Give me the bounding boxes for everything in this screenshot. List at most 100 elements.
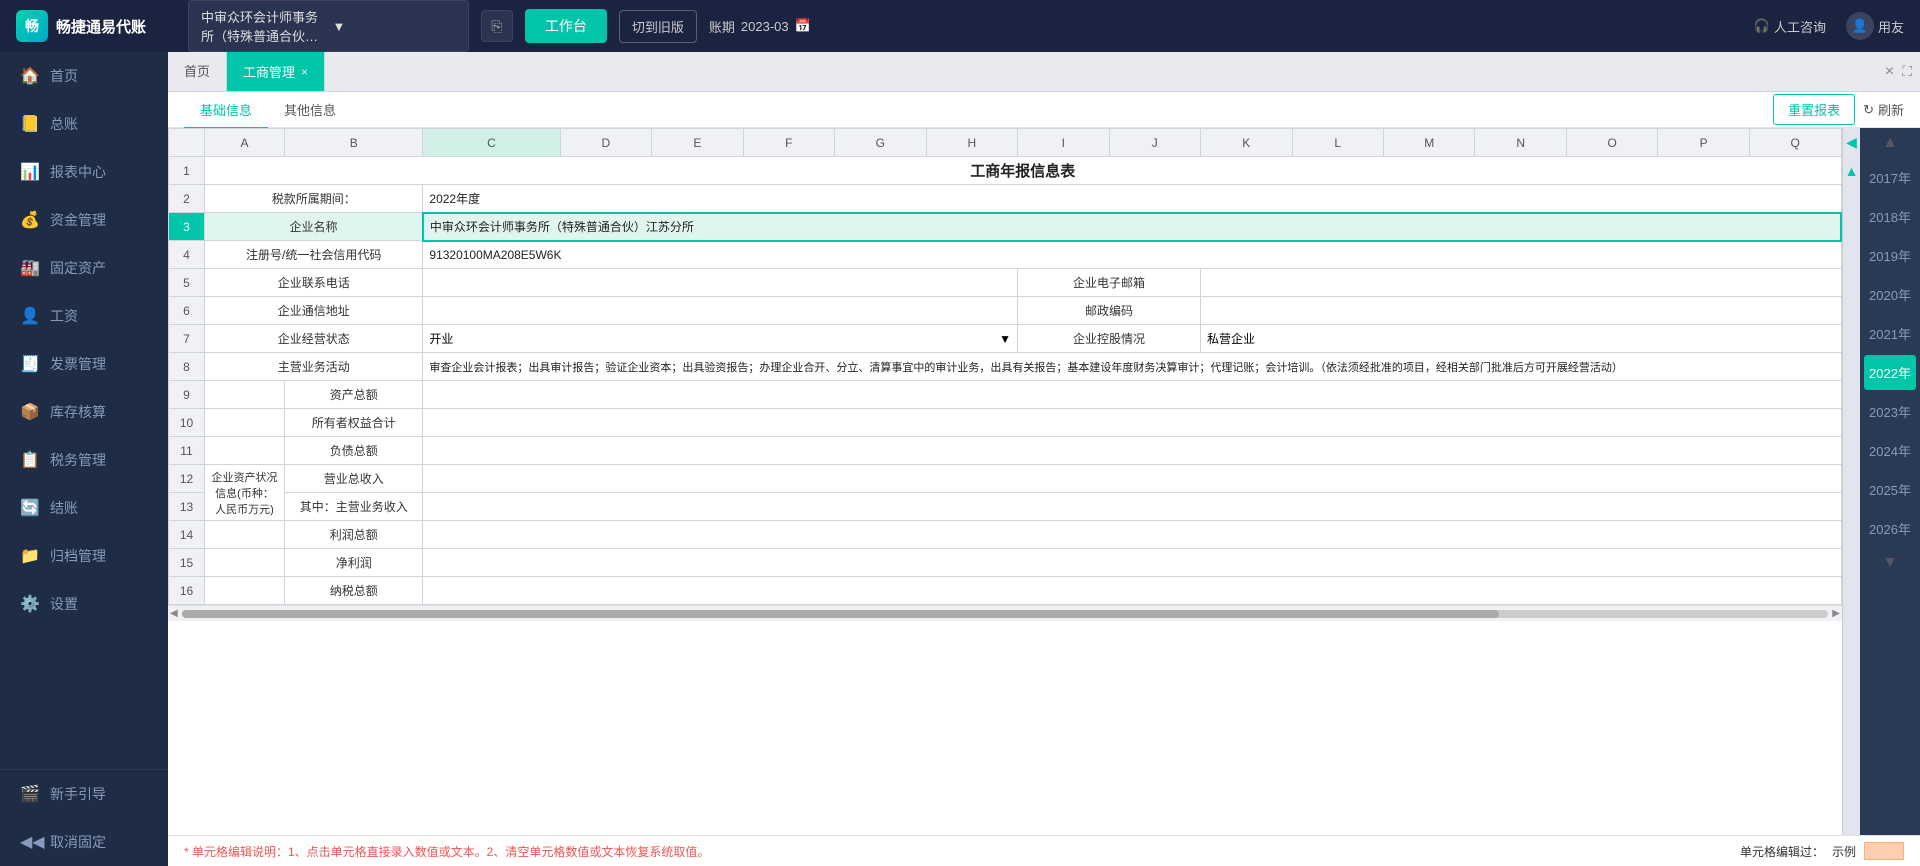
cell-13-value[interactable] (423, 493, 1841, 521)
sidebar-item-close[interactable]: 🔄 结账 (0, 484, 168, 532)
sidebar-item-inventory[interactable]: 📦 库存核算 (0, 388, 168, 436)
cell-10-a (205, 409, 285, 437)
sidebar-item-tax[interactable]: 📋 税务管理 (0, 436, 168, 484)
sidebar-item-ledger[interactable]: 📒 总账 (0, 100, 168, 148)
row-num-9: 9 (169, 381, 205, 409)
year-2026[interactable]: 2026年 (1864, 511, 1916, 546)
scroll-track[interactable] (182, 610, 1829, 618)
cell-10-value[interactable] (423, 409, 1841, 437)
cell-12-group-label: 企业资产状况信息(币种：人民币万元) (205, 465, 285, 521)
edit-example-box (1864, 842, 1904, 860)
sheet-year-container: A B C D E F G H I J K L M (168, 128, 1920, 835)
scroll-left-icon[interactable]: ◀ (170, 608, 178, 619)
cell-5-right-value[interactable] (1201, 269, 1841, 297)
table-row-highlight: 3 企业名称 中审众环会计师事务所（特殊普通合伙）江苏分所 (169, 213, 1842, 241)
sub-tab-toolbar: 基础信息 其他信息 重置报表 ↻ 刷新 (168, 92, 1920, 128)
home-icon: 🏠 (20, 66, 40, 86)
cell-2-value[interactable]: 2022年度 (423, 185, 1841, 213)
calendar-icon[interactable]: 📅 (795, 18, 811, 34)
cell-9-a (205, 381, 285, 409)
collapse-left-button[interactable]: ◀ (1844, 128, 1859, 157)
settings-icon: ⚙️ (20, 594, 40, 614)
cell-6-right-value[interactable] (1201, 297, 1841, 325)
year-2018[interactable]: 2018年 (1864, 199, 1916, 234)
year-up-button[interactable]: ▲ (1876, 128, 1904, 158)
ledger-icon: 📒 (20, 114, 40, 134)
cell-16-value[interactable] (423, 577, 1841, 605)
scroll-right-icon[interactable]: ▶ (1832, 608, 1840, 619)
sidebar-item-settings[interactable]: ⚙️ 设置 (0, 580, 168, 628)
sidebar-item-reports[interactable]: 📊 报表中心 (0, 148, 168, 196)
cell-15-label: 净利润 (285, 549, 423, 577)
cell-8-value[interactable]: 审查企业会计报表；出具审计报告；验证企业资本；出具验资报告；办理企业合开、分立、… (423, 353, 1841, 381)
cell-5-value[interactable] (423, 269, 1018, 297)
window-close-icon[interactable]: × (1885, 63, 1894, 81)
scroll-thumb[interactable] (182, 610, 1499, 618)
year-2017[interactable]: 2017年 (1864, 160, 1916, 195)
reset-button[interactable]: 重置报表 (1773, 94, 1855, 125)
refresh-button[interactable]: ↻ 刷新 (1863, 100, 1904, 119)
copy-button[interactable]: ⎘ (481, 10, 513, 42)
cell-7-right-value[interactable]: 私营企业 (1201, 325, 1841, 353)
sidebar-item-assets[interactable]: 🏭 固定资产 (0, 244, 168, 292)
cell-11-value[interactable] (423, 437, 1841, 465)
cell-3-value[interactable]: 中审众环会计师事务所（特殊普通合伙）江苏分所 (423, 213, 1841, 241)
cell-15-value[interactable] (423, 549, 1841, 577)
cell-16-label: 纳税总额 (285, 577, 423, 605)
cell-10-label: 所有者权益合计 (285, 409, 423, 437)
cell-14-label: 利润总额 (285, 521, 423, 549)
sub-tab-other[interactable]: 其他信息 (268, 92, 352, 129)
sidebar-item-home[interactable]: 🏠 首页 (0, 52, 168, 100)
cell-4-value[interactable]: 91320100MA208E5W6K (423, 241, 1841, 269)
cell-14-value[interactable] (423, 521, 1841, 549)
sidebar-item-salary[interactable]: 👤 工资 (0, 292, 168, 340)
invoice-icon: 🧾 (20, 354, 40, 374)
sidebar-item-unpin[interactable]: ◀◀ 取消固定 (0, 818, 168, 866)
tab-bizmanage[interactable]: 工商管理 × (227, 52, 325, 91)
sidebar-item-archive[interactable]: 📁 归档管理 (0, 532, 168, 580)
period-value: 2023-03 (741, 19, 789, 34)
main-layout: 🏠 首页 📒 总账 📊 报表中心 💰 资金管理 🏭 固定资产 👤 工资 🧾 发票… (0, 52, 1920, 866)
period-label: 账期 (709, 17, 735, 36)
col-header-P: P (1658, 129, 1749, 157)
cell-9-label: 资产总额 (285, 381, 423, 409)
year-2022[interactable]: 2022年 (1864, 355, 1916, 390)
year-2024[interactable]: 2024年 (1864, 433, 1916, 468)
cell-12-value[interactable] (423, 465, 1841, 493)
sub-tab-basic[interactable]: 基础信息 (184, 92, 268, 129)
logo-area: 畅 畅捷通易代账 (16, 10, 176, 42)
status-bar: * 单元格编辑说明：1、点击单元格直接录入数值或文本。2、清空单元格数值或文本恢… (168, 835, 1920, 866)
row-num-3: 3 (169, 213, 205, 241)
year-2020[interactable]: 2020年 (1864, 277, 1916, 312)
cell-title[interactable]: 工商年报信息表 (205, 157, 1842, 185)
company-selector[interactable]: 中审众环会计师事务所（特殊普通合伙… ▼ (188, 0, 469, 52)
col-header-H: H (926, 129, 1017, 157)
year-2019[interactable]: 2019年 (1864, 238, 1916, 273)
service-button[interactable]: 🎧 人工咨询 (1754, 17, 1826, 36)
table-row: 10 所有者权益合计 (169, 409, 1842, 437)
sidebar-item-funds[interactable]: 💰 资金管理 (0, 196, 168, 244)
year-2025[interactable]: 2025年 (1864, 472, 1916, 507)
tab-close-icon[interactable]: × (301, 65, 308, 79)
year-down-button[interactable]: ▼ (1876, 548, 1904, 578)
sidebar-bottom: 🎬 新手引导 ◀◀ 取消固定 (0, 769, 168, 866)
cell-9-value[interactable] (423, 381, 1841, 409)
sidebar-item-invoice[interactable]: 🧾 发票管理 (0, 340, 168, 388)
spreadsheet-container[interactable]: A B C D E F G H I J K L M (168, 128, 1842, 835)
user-menu[interactable]: 👤 用友 (1846, 12, 1904, 40)
sidebar-item-newuser[interactable]: 🎬 新手引导 (0, 770, 168, 818)
year-2021[interactable]: 2021年 (1864, 316, 1916, 351)
header-right: 🎧 人工咨询 👤 用友 (1754, 12, 1904, 40)
old-version-button[interactable]: 切到旧版 (619, 10, 697, 43)
workbench-button[interactable]: 工作台 (525, 9, 607, 43)
cell-7-value[interactable]: 开业 ▼ (423, 325, 1018, 353)
year-2023[interactable]: 2023年 (1864, 394, 1916, 429)
archive-icon: 📁 (20, 546, 40, 566)
window-expand-icon[interactable]: ⛶ (1902, 63, 1912, 80)
tab-home[interactable]: 首页 (168, 52, 227, 92)
collapse-up-button[interactable]: ▲ (1843, 157, 1861, 185)
cell-6-value[interactable] (423, 297, 1018, 325)
horizontal-scroll[interactable]: ◀ ▶ (168, 605, 1842, 621)
cell-6-label: 企业通信地址 (205, 297, 423, 325)
dropdown-icon[interactable]: ▼ (999, 332, 1011, 346)
